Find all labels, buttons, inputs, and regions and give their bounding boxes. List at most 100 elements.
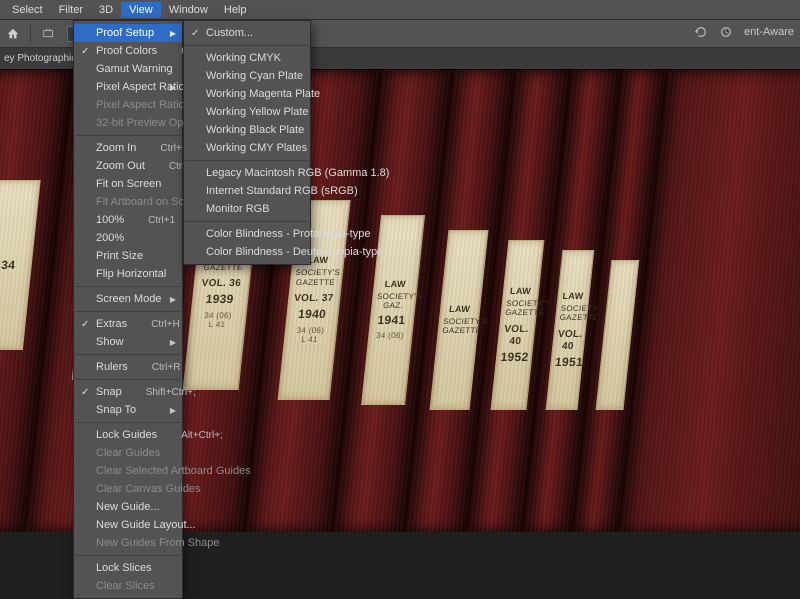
menu-item-label: Gamut Warning [96,63,173,75]
menu-item-label: Flip Horizontal [96,268,166,280]
options-bar-right: ent-Aware [692,24,794,40]
undo-icon[interactable] [692,24,708,40]
menubar-item-view[interactable]: View [121,2,161,18]
view-menu-item[interactable]: ExtrasCtrl+H [74,315,182,333]
menu-item-label: Show [96,336,124,348]
menubar-item-filter[interactable]: Filter [51,2,91,18]
menu-item-label: 100% [96,214,124,226]
proof-setup-item[interactable]: Working Yellow Plate [184,103,310,121]
menu-separator [75,311,181,312]
view-menu-item[interactable]: New Guide Layout... [74,516,182,534]
menu-item-label: Legacy Macintosh RGB (Gamma 1.8) [206,167,389,179]
view-menu-item[interactable]: SnapShift+Ctrl+; [74,383,182,401]
menu-item-label: Clear Selected Artboard Guides [96,465,251,477]
view-menu-item: 32-bit Preview Options... [74,114,182,132]
proof-setup-item[interactable]: Internet Standard RGB (sRGB) [184,182,310,200]
view-menu-item[interactable]: Gamut WarningShift+Ctrl+Y [74,60,182,78]
mode-label: ent-Aware [744,26,794,38]
proof-setup-item[interactable]: Monitor RGB [184,200,310,218]
view-menu-item[interactable]: RulersCtrl+R [74,358,182,376]
view-menu-item: New Guides From Shape [74,534,182,552]
view-menu-item[interactable]: Proof Setup [74,24,182,42]
menu-item-label: Zoom In [96,142,136,154]
proof-setup-item[interactable]: Working CMYK [184,49,310,67]
patch-icon[interactable] [41,26,57,42]
menu-separator [185,45,309,46]
menu-item-label: Color Blindness - Deuteranopia-type [206,246,383,258]
menu-item-label: New Guide... [96,501,160,513]
divider [30,25,31,43]
menu-item-shortcut: Shift+Ctrl+; [122,387,196,398]
view-menu-item[interactable]: Screen Mode [74,290,182,308]
menu-item-shortcut: Ctrl+H [127,319,180,330]
menu-item-label: Clear Slices [96,580,155,592]
view-menu-item[interactable]: Pixel Aspect Ratio [74,78,182,96]
book-label: LAWSOCIETY'S GAZETTEVOL. 401951 [545,250,594,410]
proof-setup-item[interactable]: Working CMY Plates [184,139,310,157]
proof-setup-item[interactable]: Legacy Macintosh RGB (Gamma 1.8) [184,164,310,182]
menu-item-label: Color Blindness - Protanopia-type [206,228,370,240]
proof-setup-item[interactable]: Custom... [184,24,310,42]
menu-item-shortcut: Ctrl++ [136,143,187,154]
view-menu-item[interactable]: Lock GuidesAlt+Ctrl+; [74,426,182,444]
menu-item-label: Monitor RGB [206,203,270,215]
menu-item-label: Clear Guides [96,447,160,459]
view-menu-item: Fit Artboard on Screen [74,193,182,211]
view-menu-item[interactable]: New Guide... [74,498,182,516]
menu-item-shortcut: Ctrl+R [128,362,181,373]
menu-item-label: Screen Mode [96,293,161,305]
menu-item-label: Custom... [206,27,253,39]
menubar: Select Filter 3D View Window Help [0,0,800,20]
menu-item-label: Lock Guides [96,429,157,441]
view-menu-item: Clear Guides [74,444,182,462]
menu-item-label: Fit on Screen [96,178,161,190]
view-menu-item[interactable]: Zoom OutCtrl+- [74,157,182,175]
menu-separator [185,160,309,161]
menu-item-shortcut: Alt+Ctrl+; [157,430,223,441]
proof-setup-item[interactable]: Working Black Plate [184,121,310,139]
view-menu-item[interactable]: Flip Horizontal [74,265,182,283]
menu-item-label: Working CMY Plates [206,142,307,154]
view-menu-item: Clear Selected Artboard Guides [74,462,182,480]
menu-separator [75,354,181,355]
proof-setup-item[interactable]: Color Blindness - Deuteranopia-type [184,243,310,261]
menu-item-label: Proof Setup [96,27,154,39]
proof-setup-item[interactable]: Color Blindness - Protanopia-type [184,225,310,243]
view-menu-item[interactable]: Zoom InCtrl++ [74,139,182,157]
proof-setup-item[interactable]: Working Cyan Plate [184,67,310,85]
view-menu-item[interactable]: Print Size [74,247,182,265]
view-menu-item: Clear Slices [74,577,182,595]
view-menu-item[interactable]: 100%Ctrl+1 [74,211,182,229]
menubar-item-3d[interactable]: 3D [91,2,121,18]
menu-item-label: Print Size [96,250,143,262]
menu-item-shortcut: Ctrl+1 [124,215,175,226]
menu-separator [75,286,181,287]
view-menu-item[interactable]: Show [74,333,182,351]
menu-item-label: Snap To [96,404,136,416]
menubar-item-select[interactable]: Select [4,2,51,18]
menu-item-label: Rulers [96,361,128,373]
home-icon[interactable] [6,27,20,41]
proof-setup-submenu: Custom...Working CMYKWorking Cyan PlateW… [183,20,311,265]
view-menu-item[interactable]: Lock Slices [74,559,182,577]
menubar-item-window[interactable]: Window [161,2,216,18]
view-menu-item[interactable]: Proof ColorsCtrl+Y [74,42,182,60]
view-menu: Proof SetupProof ColorsCtrl+YGamut Warni… [73,20,183,599]
menu-separator [75,555,181,556]
menubar-item-help[interactable]: Help [216,2,255,18]
menu-item-label: Zoom Out [96,160,145,172]
view-menu-item[interactable]: Snap To [74,401,182,419]
menu-separator [75,379,181,380]
proof-setup-item[interactable]: Working Magenta Plate [184,85,310,103]
book-label: LAWSOCIETY'S GAZETTE [429,230,488,410]
view-menu-item: Clear Canvas Guides [74,480,182,498]
redo-icon[interactable] [718,24,734,40]
menu-separator [75,422,181,423]
menu-item-label: Working Yellow Plate [206,106,309,118]
menu-item-label: Pixel Aspect Ratio [96,81,185,93]
view-menu-item[interactable]: 200% [74,229,182,247]
book-label [595,260,639,410]
menu-item-label: Lock Slices [96,562,152,574]
book-label: LAWSOCIETY'S GAZETTEVOL. 401952 [490,240,544,410]
view-menu-item[interactable]: Fit on ScreenCtrl+0 [74,175,182,193]
